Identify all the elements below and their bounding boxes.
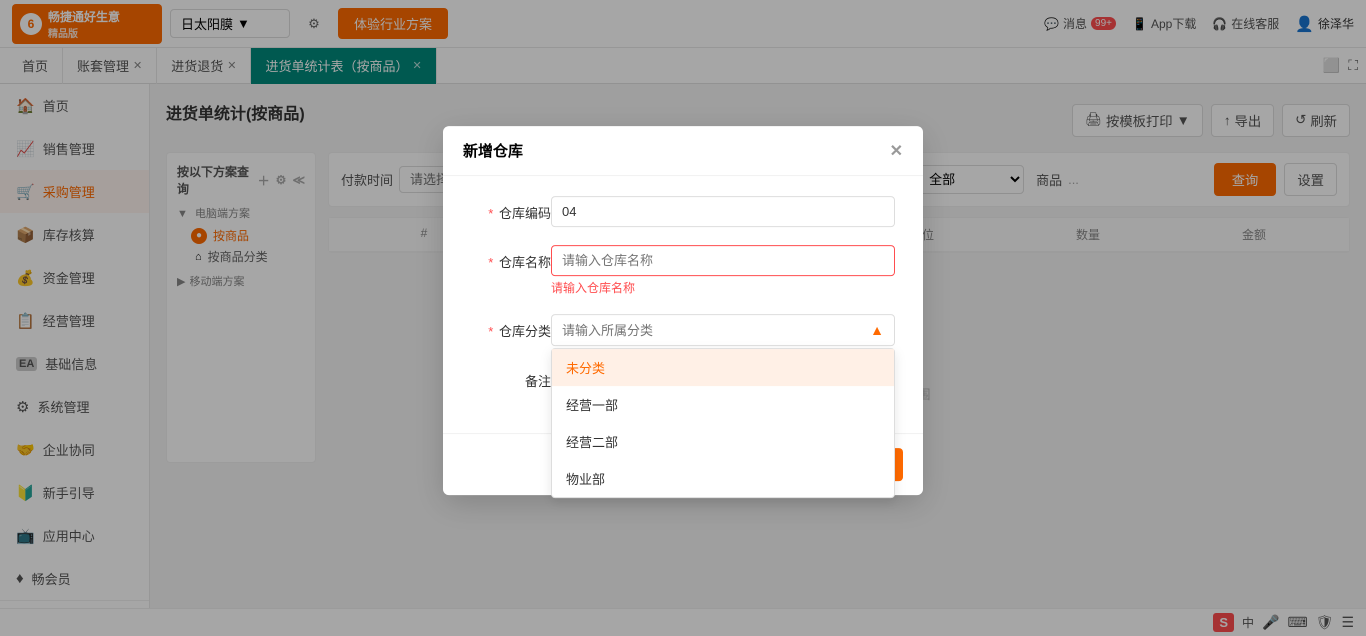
warehouse-category-input[interactable] bbox=[562, 323, 870, 338]
warehouse-category-input-wrapper: ▲ 未分类 经营一部 经营二部 物业部 bbox=[551, 314, 895, 346]
dropdown-item-2[interactable]: 经营二部 bbox=[552, 423, 894, 460]
warehouse-code-label: * 仓库编码 bbox=[471, 196, 551, 222]
modal-title: 新增仓库 bbox=[463, 140, 523, 161]
warehouse-code-input[interactable] bbox=[551, 196, 895, 227]
category-arrow-icon: ▲ bbox=[870, 322, 884, 338]
warehouse-category-dropdown-trigger[interactable]: ▲ bbox=[551, 314, 895, 346]
warehouse-name-input-wrapper: 请输入仓库名称 bbox=[551, 245, 895, 296]
warehouse-code-input-wrapper bbox=[551, 196, 895, 227]
modal-body: * 仓库编码 * 仓库名称 请输入仓库名称 * 仓库分类 bbox=[443, 176, 923, 433]
modal-header: 新增仓库 ✕ bbox=[443, 126, 923, 176]
warehouse-category-row: * 仓库分类 ▲ 未分类 经营一部 经营二部 物业部 bbox=[471, 314, 895, 346]
warehouse-notes-label: 备注 bbox=[471, 364, 551, 390]
warehouse-name-label: * 仓库名称 bbox=[471, 245, 551, 271]
warehouse-name-input[interactable] bbox=[551, 245, 895, 276]
warehouse-name-error: 请输入仓库名称 bbox=[551, 279, 895, 296]
add-warehouse-modal: 新增仓库 ✕ * 仓库编码 * 仓库名称 请输入仓库名称 bbox=[443, 126, 923, 495]
dropdown-item-0[interactable]: 未分类 bbox=[552, 349, 894, 386]
warehouse-name-row: * 仓库名称 请输入仓库名称 bbox=[471, 245, 895, 296]
warehouse-category-label: * 仓库分类 bbox=[471, 314, 551, 340]
warehouse-code-row: * 仓库编码 bbox=[471, 196, 895, 227]
modal-close-button[interactable]: ✕ bbox=[890, 141, 903, 161]
dropdown-item-1[interactable]: 经营一部 bbox=[552, 386, 894, 423]
dropdown-item-3[interactable]: 物业部 bbox=[552, 460, 894, 497]
warehouse-category-dropdown: 未分类 经营一部 经营二部 物业部 bbox=[551, 348, 895, 498]
